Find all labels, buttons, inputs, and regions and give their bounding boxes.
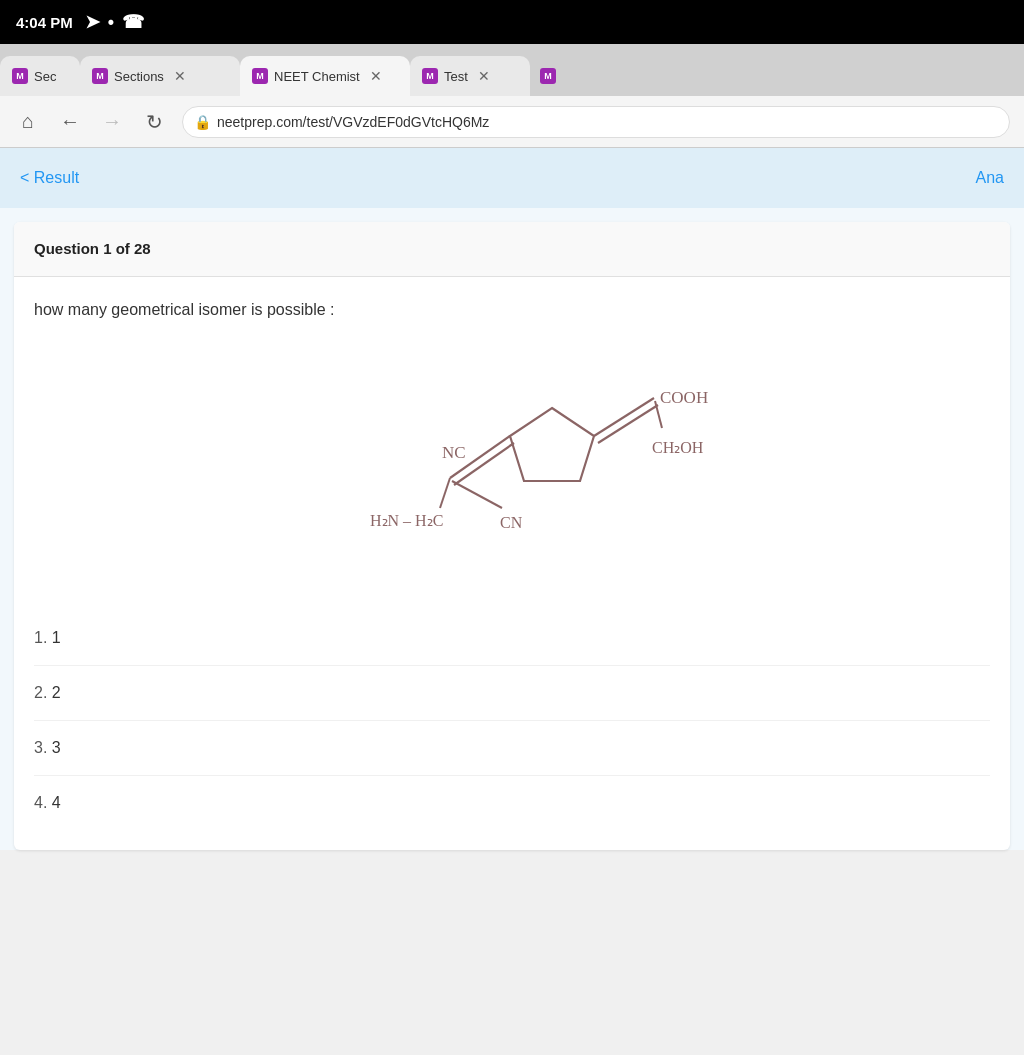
- option-3-number: 3.: [34, 739, 52, 756]
- reload-button[interactable]: ↻: [140, 110, 168, 134]
- svg-line-7: [452, 481, 502, 508]
- result-back-button[interactable]: < Result: [20, 169, 79, 187]
- svg-marker-0: [510, 408, 594, 481]
- address-bar: ⌂ ← → ↻ 🔒: [0, 96, 1024, 148]
- tab-test-close[interactable]: ✕: [478, 68, 490, 84]
- option-2-value: 2: [52, 684, 61, 701]
- tab-sections-favicon: M: [92, 68, 108, 84]
- tab-test-label: Test: [444, 69, 468, 84]
- svg-text:CN: CN: [500, 514, 523, 531]
- tab-sections-label: Sections: [114, 69, 164, 84]
- chemical-structure: NC H₂N – H₂C CN COOH: [34, 343, 990, 563]
- address-wrapper: 🔒: [182, 106, 1010, 138]
- tab-sec[interactable]: M Sec: [0, 56, 80, 96]
- options-list: 1. 1 2. 2 3. 3 4. 4: [14, 611, 1010, 850]
- option-4-number: 4.: [34, 794, 52, 811]
- tab-test[interactable]: M Test ✕: [410, 56, 530, 96]
- option-3-value: 3: [52, 739, 61, 756]
- tabs-bar: M Sec M Sections ✕ M NEET Chemist ✕ M Te…: [0, 44, 1024, 96]
- option-1-number: 1.: [34, 629, 52, 646]
- tab-test-favicon: M: [422, 68, 438, 84]
- option-4[interactable]: 4. 4: [34, 776, 990, 830]
- question-header: Question 1 of 28: [14, 222, 1010, 277]
- result-header: < Result Ana: [0, 148, 1024, 208]
- ana-label[interactable]: Ana: [976, 169, 1004, 187]
- browser-chrome: M Sec M Sections ✕ M NEET Chemist ✕ M Te…: [0, 44, 1024, 148]
- svg-line-8: [594, 398, 654, 436]
- tab-more-favicon: M: [540, 68, 556, 84]
- tab-sections[interactable]: M Sections ✕: [80, 56, 240, 96]
- option-2-number: 2.: [34, 684, 52, 701]
- option-2[interactable]: 2. 2: [34, 666, 990, 721]
- question-card: Question 1 of 28 how many geometrical is…: [14, 222, 1010, 850]
- svg-text:CH₂OH: CH₂OH: [652, 439, 704, 456]
- tab-sec-favicon: M: [12, 68, 28, 84]
- tab-neet-favicon: M: [252, 68, 268, 84]
- page-content: < Result Ana Question 1 of 28 how many g…: [0, 148, 1024, 850]
- navigation-icon: ➤: [85, 11, 100, 33]
- tab-neet-label: NEET Chemist: [274, 69, 360, 84]
- tab-neet-close[interactable]: ✕: [370, 68, 382, 84]
- tab-neet-chemist[interactable]: M NEET Chemist ✕: [240, 56, 410, 96]
- phone-icon: ☎: [122, 11, 144, 33]
- status-bar: 4:04 PM ➤ • ☎: [0, 0, 1024, 44]
- forward-button[interactable]: →: [98, 110, 126, 133]
- option-3[interactable]: 3. 3: [34, 721, 990, 776]
- status-icons: ➤ • ☎: [85, 11, 144, 33]
- home-button[interactable]: ⌂: [14, 110, 42, 133]
- svg-text:COOH: COOH: [660, 388, 708, 407]
- option-1-value: 1: [52, 629, 61, 646]
- tab-sec-label: Sec: [34, 69, 56, 84]
- svg-line-9: [598, 405, 658, 443]
- tab-sections-close[interactable]: ✕: [174, 68, 186, 84]
- status-time: 4:04 PM: [16, 14, 73, 31]
- option-4-value: 4: [52, 794, 61, 811]
- more-tabs[interactable]: M: [530, 56, 566, 96]
- option-1[interactable]: 1. 1: [34, 611, 990, 666]
- lock-icon: 🔒: [194, 114, 211, 130]
- dot-icon: •: [108, 12, 114, 33]
- back-button[interactable]: ←: [56, 110, 84, 133]
- svg-text:NC: NC: [442, 443, 466, 462]
- question-body: how many geometrical isomer is possible …: [14, 277, 1010, 611]
- structure-svg: NC H₂N – H₂C CN COOH: [272, 343, 752, 563]
- svg-text:H₂N – H₂C: H₂N – H₂C: [370, 512, 443, 529]
- question-number: Question 1 of 28: [34, 240, 151, 257]
- address-input[interactable]: [182, 106, 1010, 138]
- svg-line-6: [440, 478, 450, 508]
- question-text: how many geometrical isomer is possible …: [34, 301, 990, 319]
